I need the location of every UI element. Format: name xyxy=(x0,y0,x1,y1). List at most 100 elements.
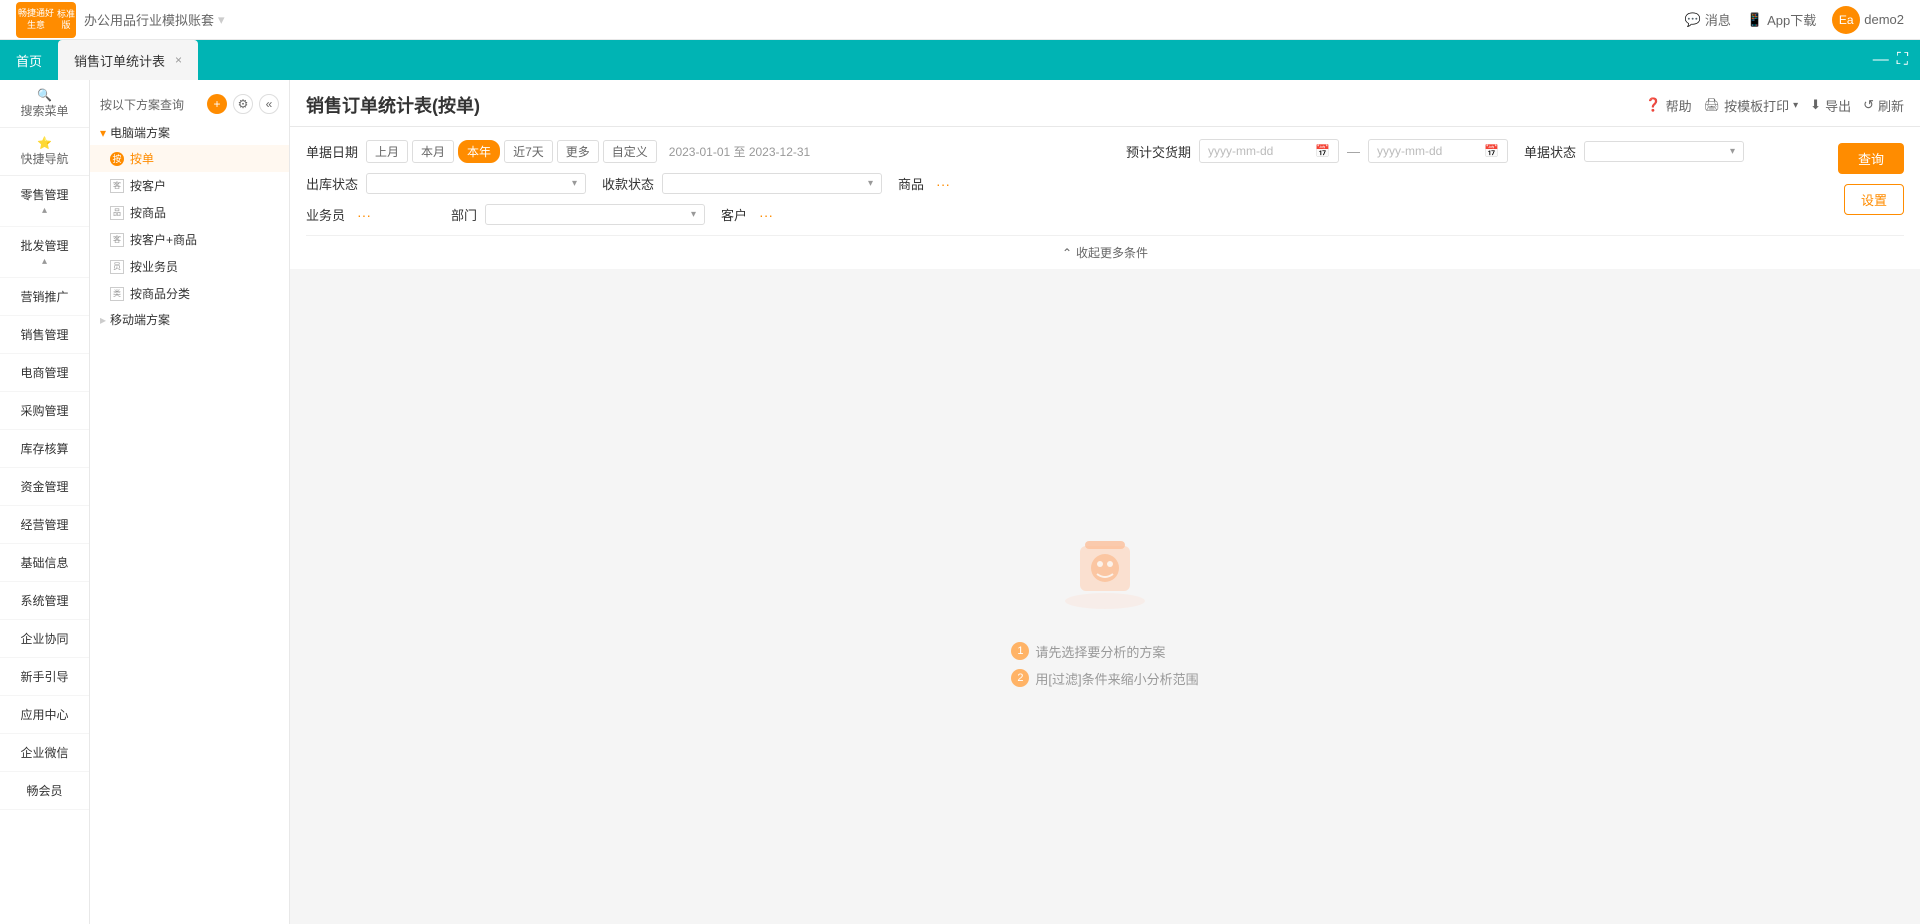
scheme-icon: 类 xyxy=(110,287,124,301)
scheme-by-goods-category[interactable]: 类 按商品分类 xyxy=(90,280,289,307)
minimize-icon[interactable]: — xyxy=(1873,51,1889,69)
sidebar-item-finance[interactable]: 资金管理 xyxy=(0,468,89,506)
collect-status-select[interactable]: ▾ xyxy=(662,173,882,194)
message-button[interactable]: 💬 消息 xyxy=(1685,10,1731,29)
empty-tip-2: 2 用[过滤]条件来缩小分析范围 xyxy=(1011,669,1198,688)
app-download-button[interactable]: 📱 App下载 xyxy=(1747,10,1816,29)
edit-scheme-button[interactable]: ⚙ xyxy=(233,94,253,114)
filter-ship-status-item: 出库状态 ▾ xyxy=(306,173,586,194)
empty-tips: 1 请先选择要分析的方案 2 用[过滤]条件来缩小分析范围 xyxy=(1011,642,1198,688)
left-panel-actions: + ⚙ « xyxy=(207,94,279,114)
add-scheme-button[interactable]: + xyxy=(207,94,227,114)
sidebar-search[interactable]: 🔍 搜索菜单 xyxy=(0,80,89,128)
date-btn-this-year[interactable]: 本年 xyxy=(458,140,500,163)
sidebar-item-marketing[interactable]: 营销推广 xyxy=(0,278,89,316)
collapse-button[interactable]: ⌃ 收起更多条件 xyxy=(1062,244,1148,261)
filter-row-3: 业务员 ··· 部门 ▾ 客户 xyxy=(306,204,1744,225)
calendar-icon: 📅 xyxy=(1315,144,1330,158)
filter-collect-status-item: 收款状态 ▾ xyxy=(602,173,882,194)
help-button[interactable]: ❓ 帮助 xyxy=(1645,96,1691,115)
filter-goods-item: 商品 ··· xyxy=(898,174,954,193)
pc-section-header[interactable]: ▾ 电脑端方案 xyxy=(90,120,289,145)
date-btn-more[interactable]: 更多 xyxy=(557,140,599,163)
expected-date-from-input[interactable]: yyyy-mm-dd 📅 xyxy=(1199,139,1339,163)
avatar: Ea xyxy=(1832,6,1860,34)
sidebar-item-retail[interactable]: 零售管理 ▴ xyxy=(0,176,89,227)
sidebar-item-new-user[interactable]: 新手引导 xyxy=(0,658,89,696)
collapse-panel-button[interactable]: « xyxy=(259,94,279,114)
scheme-by-order[interactable]: 按 按单 xyxy=(90,145,289,172)
empty-illustration xyxy=(1045,506,1165,626)
ship-status-select[interactable]: ▾ xyxy=(366,173,586,194)
sidebar-item-sales[interactable]: 销售管理 xyxy=(0,316,89,354)
filter-status-item: 单据状态 ▾ xyxy=(1524,141,1744,162)
sidebar-quick-nav[interactable]: ⭐ 快捷导航 xyxy=(0,128,89,176)
sidebar-item-wholesale[interactable]: 批发管理 ▴ xyxy=(0,227,89,278)
status-caret-icon: ▾ xyxy=(1730,146,1735,157)
maximize-icon[interactable]: ⛶ xyxy=(1897,51,1908,69)
topbar-right: 💬 消息 📱 App下载 Ea demo2 xyxy=(1685,6,1904,34)
refresh-button[interactable]: ↺ 刷新 xyxy=(1863,96,1904,115)
export-button[interactable]: ⬇ 导出 xyxy=(1810,96,1851,115)
left-panel-header: 按以下方案查询 + ⚙ « xyxy=(90,88,289,120)
collect-caret-icon: ▾ xyxy=(868,178,873,189)
goods-more-button[interactable]: ··· xyxy=(932,176,954,192)
dept-select[interactable]: ▾ xyxy=(485,204,705,225)
page-header-actions: ❓ 帮助 🖨 按模板打印 ▾ ⬇ 导出 ↺ 刷新 xyxy=(1645,96,1904,115)
sidebar-item-app-center[interactable]: 应用中心 xyxy=(0,696,89,734)
salesman-more-button[interactable]: ··· xyxy=(353,207,375,223)
main-layout: 🔍 搜索菜单 ⭐ 快捷导航 零售管理 ▴ 批发管理 ▴ 营销推广 销售管理 电商… xyxy=(0,80,1920,924)
empty-tip-1: 1 请先选择要分析的方案 xyxy=(1011,642,1198,661)
scheme-active-icon: 按 xyxy=(110,152,124,166)
left-panel: 按以下方案查询 + ⚙ « ▾ 电脑端方案 按 xyxy=(90,80,290,924)
phone-icon: 📱 xyxy=(1747,12,1763,28)
date-btn-custom[interactable]: 自定义 xyxy=(603,140,657,163)
section-collapse-icon: ▸ xyxy=(100,313,106,327)
filter-row-1: 单据日期 上月 本月 本年 近7天 更多 自定义 xyxy=(306,139,1744,163)
filter-dept-item: 部门 ▾ xyxy=(451,204,705,225)
sidebar-item-system[interactable]: 系统管理 xyxy=(0,582,89,620)
setting-button[interactable]: 设置 xyxy=(1844,184,1904,215)
sidebar-item-membership[interactable]: 畅会员 xyxy=(0,772,89,810)
retail-label: 零售管理 xyxy=(20,186,68,203)
sidebar-item-basic-info[interactable]: 基础信息 xyxy=(0,544,89,582)
content-area: 按以下方案查询 + ⚙ « ▾ 电脑端方案 按 xyxy=(90,80,1920,924)
retail-arrow-icon: ▴ xyxy=(42,205,47,216)
date-btn-7days[interactable]: 近7天 xyxy=(504,140,553,163)
sidebar-item-enterprise-collab[interactable]: 企业协同 xyxy=(0,620,89,658)
tab-sales-order-stats[interactable]: 销售订单统计表 × xyxy=(58,40,198,80)
filter-row-2: 出库状态 ▾ 收款状态 ▾ xyxy=(306,173,1744,194)
quick-nav-icon: ⭐ xyxy=(37,136,52,150)
print-button[interactable]: 🖨 按模板打印 ▾ xyxy=(1704,96,1799,115)
tab-home[interactable]: 首页 xyxy=(0,40,58,80)
query-button[interactable]: 查询 xyxy=(1838,143,1904,174)
scheme-icon: 品 xyxy=(110,206,124,220)
help-icon: ❓ xyxy=(1645,97,1661,113)
date-btn-last-month[interactable]: 上月 xyxy=(366,140,408,163)
sidebar: 🔍 搜索菜单 ⭐ 快捷导航 零售管理 ▴ 批发管理 ▴ 营销推广 销售管理 电商… xyxy=(0,80,90,924)
sidebar-item-wechat[interactable]: 企业微信 xyxy=(0,734,89,772)
sidebar-item-inventory[interactable]: 库存核算 xyxy=(0,430,89,468)
breadcrumb[interactable]: 办公用品行业模拟账套 ▾ xyxy=(84,10,225,29)
customer-more-button[interactable]: ··· xyxy=(755,207,777,223)
scheme-by-goods[interactable]: 品 按商品 xyxy=(90,199,289,226)
sidebar-item-ecommerce[interactable]: 电商管理 xyxy=(0,354,89,392)
mobile-section-header[interactable]: ▸ 移动端方案 xyxy=(90,307,289,332)
dept-caret-icon: ▾ xyxy=(691,209,696,220)
query-sidebar: 查询 设置 xyxy=(1824,139,1904,215)
date-btn-this-month[interactable]: 本月 xyxy=(412,140,454,163)
scheme-icon: 员 xyxy=(110,260,124,274)
status-select[interactable]: ▾ xyxy=(1584,141,1744,162)
tabbar: 首页 销售订单统计表 × — ⛶ xyxy=(0,40,1920,80)
scheme-by-customer[interactable]: 客 按客户 xyxy=(90,172,289,199)
scheme-icon: 客 xyxy=(110,179,124,193)
expected-date-to-input[interactable]: yyyy-mm-dd 📅 xyxy=(1368,139,1508,163)
tab-close-icon[interactable]: × xyxy=(175,53,182,67)
user-menu[interactable]: Ea demo2 xyxy=(1832,6,1904,34)
sidebar-item-purchase[interactable]: 采购管理 xyxy=(0,392,89,430)
scheme-by-customer-goods[interactable]: 客 按客户+商品 xyxy=(90,226,289,253)
sidebar-item-operations[interactable]: 经营管理 xyxy=(0,506,89,544)
calendar-icon-2: 📅 xyxy=(1484,144,1499,158)
collapse-icon: ⌃ xyxy=(1062,246,1072,260)
scheme-by-salesman[interactable]: 员 按业务员 xyxy=(90,253,289,280)
